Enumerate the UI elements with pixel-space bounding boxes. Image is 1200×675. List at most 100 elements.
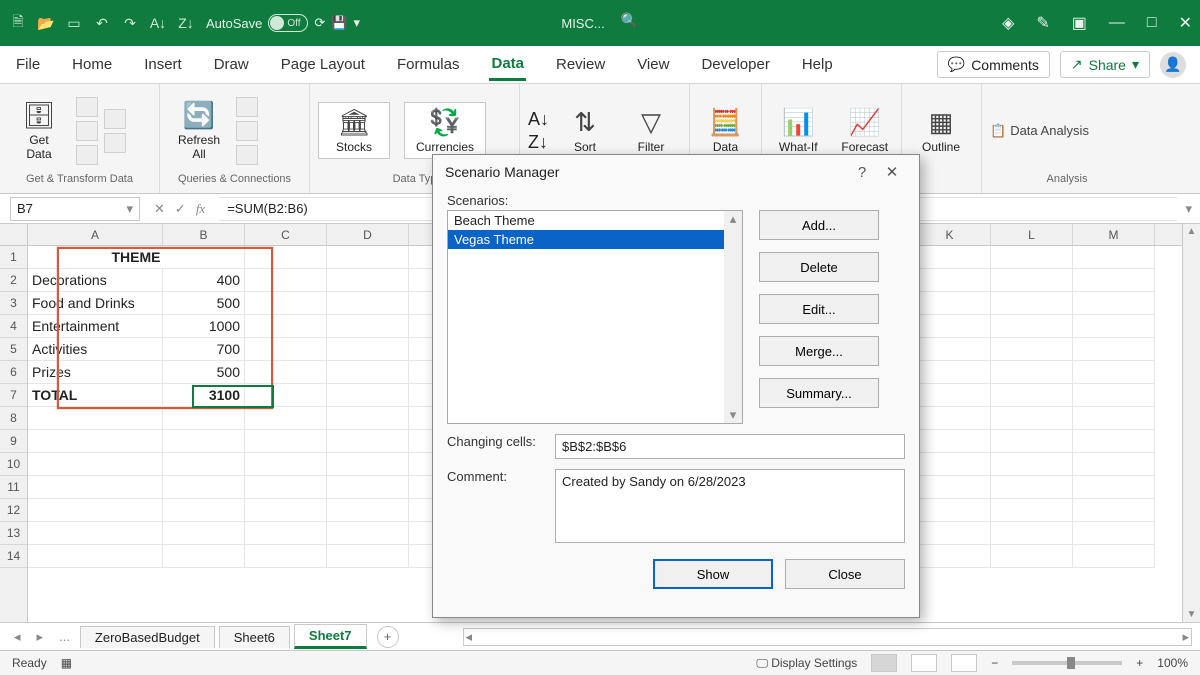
sort-button[interactable]: ⇅Sort bbox=[555, 107, 615, 154]
row-header[interactable]: 9 bbox=[0, 430, 27, 453]
cell[interactable] bbox=[1073, 269, 1155, 292]
zoom-out-button[interactable]: − bbox=[991, 656, 998, 670]
col-header[interactable]: D bbox=[327, 224, 409, 245]
cell[interactable] bbox=[327, 499, 409, 522]
cell[interactable] bbox=[909, 453, 991, 476]
cell[interactable]: Activities bbox=[28, 338, 163, 361]
share-button[interactable]: ↗Share▾ bbox=[1060, 51, 1150, 78]
cell[interactable] bbox=[1073, 407, 1155, 430]
cancel-formula-icon[interactable]: ✕ bbox=[154, 201, 165, 217]
cell[interactable] bbox=[909, 476, 991, 499]
cell[interactable] bbox=[909, 522, 991, 545]
cell[interactable] bbox=[1073, 338, 1155, 361]
cell[interactable] bbox=[909, 338, 991, 361]
cell[interactable] bbox=[991, 522, 1073, 545]
zoom-slider[interactable] bbox=[1012, 661, 1122, 665]
cell[interactable] bbox=[1073, 361, 1155, 384]
cell[interactable] bbox=[991, 292, 1073, 315]
cell[interactable] bbox=[909, 269, 991, 292]
cell[interactable] bbox=[28, 407, 163, 430]
cell[interactable] bbox=[991, 476, 1073, 499]
row-header[interactable]: 5 bbox=[0, 338, 27, 361]
from-web-button[interactable] bbox=[76, 121, 98, 141]
enter-formula-icon[interactable]: ✓ bbox=[175, 201, 186, 217]
comments-button[interactable]: 💬Comments bbox=[937, 51, 1050, 78]
cell[interactable] bbox=[1073, 499, 1155, 522]
col-header[interactable]: L bbox=[991, 224, 1073, 245]
refresh-icon[interactable]: ⟳ bbox=[314, 15, 325, 31]
cell[interactable] bbox=[28, 430, 163, 453]
row-header[interactable]: 4 bbox=[0, 315, 27, 338]
cell[interactable] bbox=[909, 246, 991, 269]
row-header[interactable]: 11 bbox=[0, 476, 27, 499]
tab-home[interactable]: Home bbox=[70, 50, 114, 79]
cell[interactable] bbox=[1073, 292, 1155, 315]
cell[interactable] bbox=[245, 246, 327, 269]
vertical-scrollbar[interactable]: ▲▼ bbox=[1182, 224, 1200, 622]
scenario-item-selected[interactable]: Vegas Theme bbox=[448, 230, 742, 249]
tab-draw[interactable]: Draw bbox=[212, 50, 251, 79]
sort-az-icon[interactable]: A↓ bbox=[528, 109, 549, 130]
sort-za-icon[interactable]: Z↓ bbox=[528, 132, 549, 153]
row-header[interactable]: 2 bbox=[0, 269, 27, 292]
add-sheet-button[interactable]: + bbox=[377, 626, 399, 648]
cell[interactable] bbox=[909, 315, 991, 338]
outline-button[interactable]: ▦Outline bbox=[910, 107, 972, 154]
diamond-icon[interactable]: ◈ bbox=[1002, 13, 1014, 33]
currencies-button[interactable]: 💱Currencies bbox=[404, 102, 486, 159]
page-layout-view-button[interactable] bbox=[911, 654, 937, 672]
cell[interactable]: 1000 bbox=[163, 315, 245, 338]
cell[interactable] bbox=[327, 292, 409, 315]
existing-conn-button[interactable] bbox=[104, 133, 126, 153]
cell[interactable] bbox=[163, 499, 245, 522]
cell[interactable] bbox=[28, 453, 163, 476]
sort-asc-icon[interactable]: A↓ bbox=[148, 13, 168, 33]
delete-button[interactable]: Delete bbox=[759, 252, 879, 282]
cell[interactable] bbox=[245, 407, 327, 430]
cell[interactable]: TOTAL bbox=[28, 384, 163, 407]
save-icon[interactable]: 💾 bbox=[331, 15, 347, 31]
cell[interactable] bbox=[163, 522, 245, 545]
cell[interactable]: 3100 bbox=[163, 384, 245, 407]
maximize-button[interactable]: □ bbox=[1147, 14, 1157, 32]
cell[interactable] bbox=[163, 407, 245, 430]
edit-button[interactable]: Edit... bbox=[759, 294, 879, 324]
cell[interactable] bbox=[909, 499, 991, 522]
sheet-nav-prev[interactable]: ◂ bbox=[8, 629, 27, 645]
expand-formula-icon[interactable]: ▾ bbox=[1177, 201, 1200, 217]
add-button[interactable]: Add... bbox=[759, 210, 879, 240]
cell[interactable] bbox=[245, 430, 327, 453]
dialog-close-button[interactable]: ✕ bbox=[877, 163, 907, 181]
cell[interactable] bbox=[327, 430, 409, 453]
dialog-help-button[interactable]: ? bbox=[847, 164, 877, 181]
cell[interactable]: 700 bbox=[163, 338, 245, 361]
cell[interactable]: 500 bbox=[163, 361, 245, 384]
cell[interactable] bbox=[991, 361, 1073, 384]
accessibility-icon[interactable]: ▦ bbox=[61, 656, 72, 670]
cell[interactable] bbox=[163, 545, 245, 568]
from-table-button[interactable] bbox=[76, 145, 98, 165]
undo-icon[interactable]: ↶ bbox=[92, 13, 112, 33]
tab-help[interactable]: Help bbox=[800, 50, 835, 79]
fx-icon[interactable]: fx bbox=[196, 201, 205, 217]
properties-button[interactable] bbox=[236, 121, 258, 141]
tab-insert[interactable]: Insert bbox=[142, 50, 184, 79]
cell[interactable] bbox=[327, 545, 409, 568]
cell[interactable] bbox=[327, 407, 409, 430]
cell[interactable] bbox=[991, 453, 1073, 476]
data-tools-button[interactable]: 🧮Data bbox=[698, 107, 753, 154]
row-header[interactable]: 14 bbox=[0, 545, 27, 568]
scenarios-listbox[interactable]: Beach Theme Vegas Theme ▴▾ bbox=[447, 210, 743, 424]
select-all-corner[interactable] bbox=[0, 224, 27, 246]
display-settings-button[interactable]: 🖵 Display Settings bbox=[756, 656, 857, 671]
cell[interactable] bbox=[327, 315, 409, 338]
cell[interactable] bbox=[1073, 453, 1155, 476]
cell[interactable] bbox=[909, 384, 991, 407]
row-header[interactable]: 8 bbox=[0, 407, 27, 430]
autosave-toggle[interactable]: AutoSave Off ⟳ 💾 ▾ bbox=[206, 14, 360, 32]
forecast-button[interactable]: 📈Forecast bbox=[837, 107, 894, 154]
col-header[interactable]: B bbox=[163, 224, 245, 245]
cell[interactable] bbox=[1073, 315, 1155, 338]
cell[interactable]: THEME bbox=[28, 246, 245, 269]
cell[interactable] bbox=[991, 384, 1073, 407]
